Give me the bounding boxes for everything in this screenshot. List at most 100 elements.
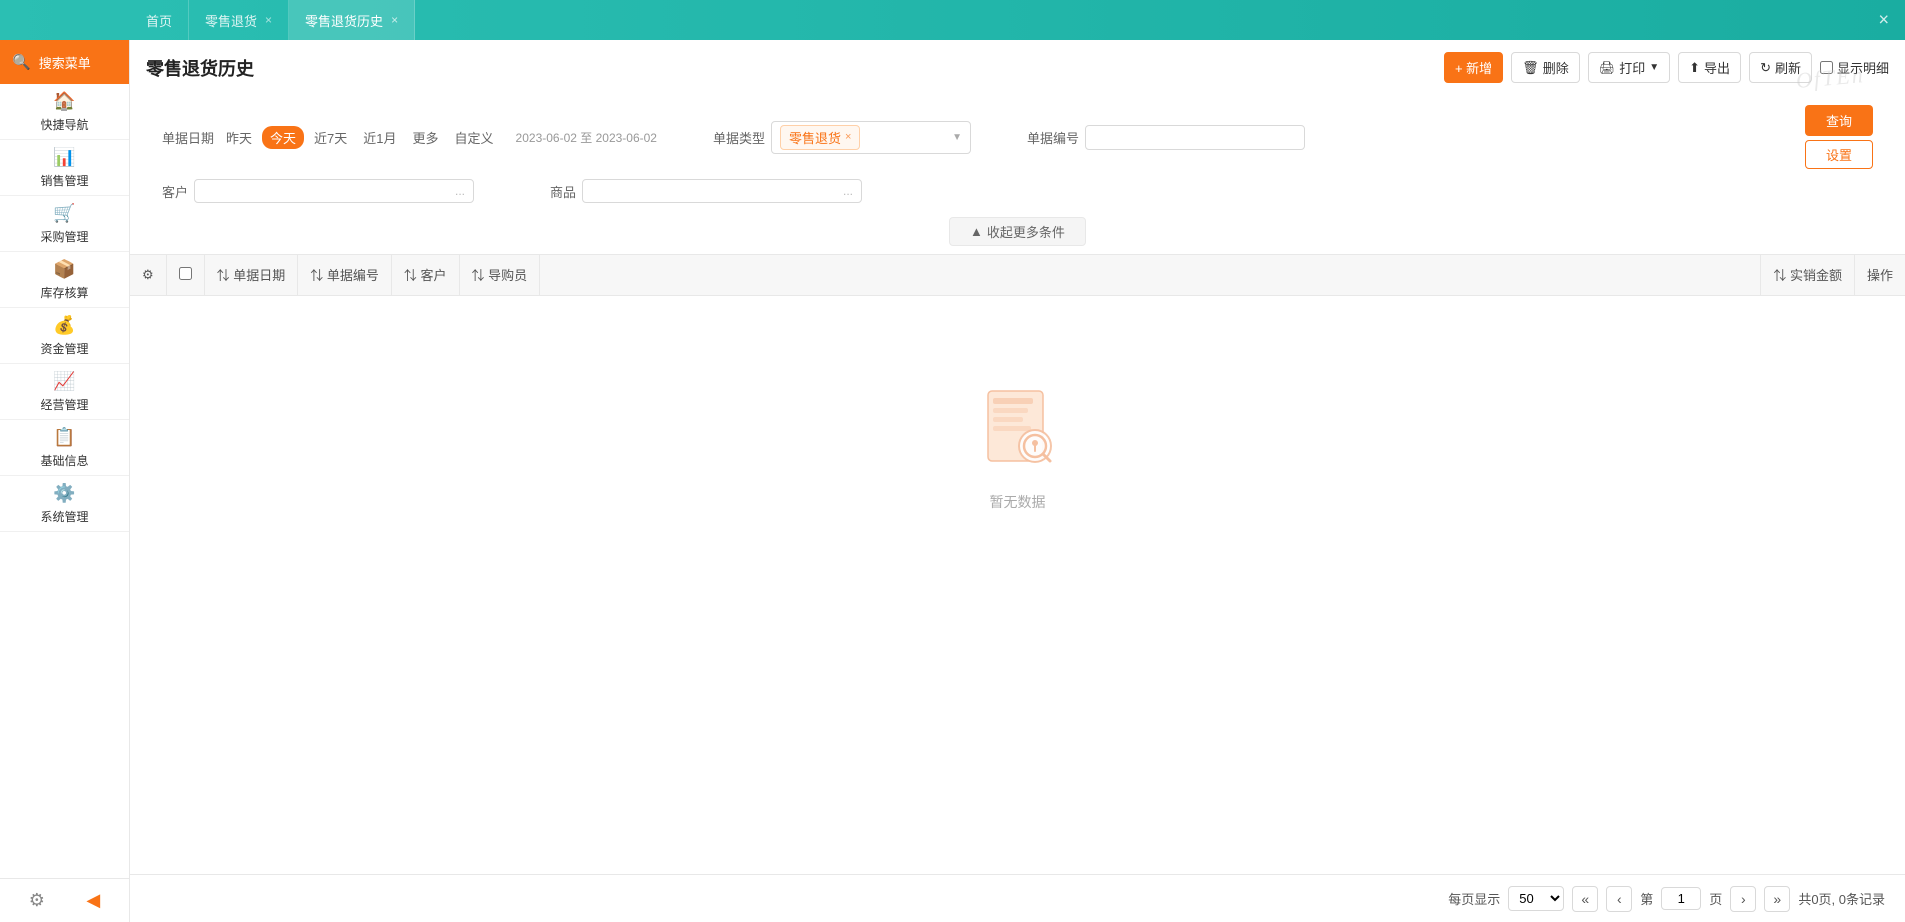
date-opt-1month[interactable]: 近1月 bbox=[357, 126, 402, 149]
next-page-button[interactable]: › bbox=[1730, 886, 1756, 912]
customer-input-container[interactable]: ... bbox=[194, 179, 474, 203]
settings-button[interactable]: 设置 bbox=[1805, 140, 1873, 169]
col-actual-amount-label: ⇅ 实销金额 bbox=[1773, 265, 1842, 284]
date-opt-7days[interactable]: 近7天 bbox=[308, 126, 353, 149]
query-button[interactable]: 查询 bbox=[1805, 105, 1873, 136]
delete-button[interactable]: 🗑 删除 bbox=[1511, 52, 1580, 83]
first-page-button[interactable]: « bbox=[1572, 886, 1598, 912]
sidebar-item-basic-info[interactable]: 📋 基础信息 bbox=[0, 420, 129, 476]
filter-row-2: 客户 ... 商品 ... bbox=[162, 179, 1873, 203]
doc-type-select-container[interactable]: 零售退货 × ▼ bbox=[771, 121, 971, 154]
page-size-select[interactable]: 50 100 200 bbox=[1508, 886, 1564, 911]
goods-input-container[interactable]: ... bbox=[582, 179, 862, 203]
sidebar-item-quick-nav[interactable]: 🏠 快捷导航 bbox=[0, 84, 129, 140]
inventory-icon: 📦 bbox=[53, 259, 75, 280]
display-detail-input[interactable] bbox=[1820, 61, 1833, 74]
sidebar-item-sales-mgmt[interactable]: 📊 销售管理 bbox=[0, 140, 129, 196]
customer-filter-label: 客户 bbox=[162, 182, 188, 201]
sidebar-bottom: ⚙ ◀ bbox=[0, 878, 129, 922]
sidebar-item-quick-nav-label: 快捷导航 bbox=[40, 116, 88, 133]
tab-retail-return[interactable]: 零售退货 × bbox=[189, 0, 289, 40]
date-opt-yesterday[interactable]: 昨天 bbox=[220, 126, 258, 149]
sidebar-item-operations-label: 经营管理 bbox=[40, 396, 88, 413]
sidebar-item-purchase-mgmt[interactable]: 🛒 采购管理 bbox=[0, 196, 129, 252]
goods-filter-item: 商品 ... bbox=[550, 179, 862, 203]
prev-page-button[interactable]: ‹ bbox=[1606, 886, 1632, 912]
col-doc-number[interactable]: ⇅ 单据编号 bbox=[298, 255, 392, 295]
doc-type-filter-item: 单据类型 零售退货 × ▼ bbox=[713, 121, 971, 154]
collapse-sidebar-icon[interactable]: ◀ bbox=[86, 890, 100, 911]
page-go-label: 第 bbox=[1640, 889, 1653, 908]
col-operation-label: 操作 bbox=[1867, 268, 1893, 283]
export-icon: ⬆ bbox=[1689, 60, 1700, 76]
last-page-button[interactable]: » bbox=[1764, 886, 1790, 912]
date-opt-more[interactable]: 更多 bbox=[407, 126, 445, 149]
sidebar-item-system-label: 系统管理 bbox=[40, 508, 88, 525]
print-button[interactable]: 🖨 打印 ▼ bbox=[1588, 52, 1670, 83]
print-dropdown-icon: ▼ bbox=[1649, 62, 1659, 73]
sales-icon: 📊 bbox=[53, 147, 75, 168]
quick-nav-icon: 🏠 bbox=[53, 91, 75, 112]
settings-icon[interactable]: ⚙ bbox=[142, 267, 154, 282]
total-records-label: 共0页, 0条记录 bbox=[1798, 889, 1885, 908]
page-number-input[interactable] bbox=[1661, 887, 1701, 910]
collapse-button[interactable]: ▲ 收起更多条件 bbox=[949, 217, 1086, 246]
page-title-row: 零售退货历史 + 新增 🗑 删除 🖨 打印 ▼ ⬆ 导出 ↻ bbox=[146, 52, 1889, 83]
col-doc-date-sort[interactable]: ⇅ 单据日期 bbox=[217, 265, 286, 284]
main-content: 零售退货历史 + 新增 🗑 删除 🖨 打印 ▼ ⬆ 导出 ↻ bbox=[130, 40, 1905, 922]
col-customer-sort[interactable]: ⇅ 客户 bbox=[404, 265, 447, 284]
search-menu-button[interactable]: 🔍 搜索菜单 bbox=[0, 40, 129, 84]
sidebar: 🔍 搜索菜单 🏠 快捷导航 📊 销售管理 🛒 采购管理 📦 库存核算 💰 资金管… bbox=[0, 40, 130, 922]
col-guide[interactable]: ⇅ 导购员 bbox=[459, 255, 540, 295]
toolbar: + 新增 🗑 删除 🖨 打印 ▼ ⬆ 导出 ↻ 刷新 bbox=[1444, 52, 1889, 83]
tab-retail-return-history-close[interactable]: × bbox=[391, 13, 398, 27]
search-menu-label: 搜索菜单 bbox=[39, 53, 91, 72]
finance-icon: 💰 bbox=[53, 315, 75, 336]
empty-row: 暂无数据 bbox=[130, 295, 1905, 592]
col-doc-number-sort[interactable]: ⇅ 单据编号 bbox=[310, 265, 379, 284]
doc-type-dropdown-icon: ▼ bbox=[952, 132, 962, 143]
col-customer-label: ⇅ 客户 bbox=[404, 265, 447, 284]
sidebar-item-inventory[interactable]: 📦 库存核算 bbox=[0, 252, 129, 308]
tab-home[interactable]: 首页 bbox=[130, 0, 189, 40]
sidebar-item-finance[interactable]: 💰 资金管理 bbox=[0, 308, 129, 364]
export-button[interactable]: ⬆ 导出 bbox=[1678, 52, 1741, 83]
display-detail-checkbox[interactable]: 显示明细 bbox=[1820, 58, 1889, 77]
query-buttons: 查询 设置 bbox=[1805, 105, 1873, 169]
doc-type-label: 单据类型 bbox=[713, 128, 765, 147]
data-table: ⚙ ⇅ 单据日期 ⇅ 单据编号 bbox=[130, 255, 1905, 592]
refresh-button[interactable]: ↻ 刷新 bbox=[1749, 52, 1812, 83]
doc-type-tag-close[interactable]: × bbox=[845, 131, 851, 143]
select-all-checkbox[interactable] bbox=[179, 267, 192, 280]
doc-type-tag: 零售退货 × bbox=[780, 125, 860, 150]
col-settings[interactable]: ⚙ bbox=[130, 255, 166, 295]
sidebar-item-system-mgmt[interactable]: ⚙️ 系统管理 bbox=[0, 476, 129, 532]
doc-number-input[interactable] bbox=[1085, 125, 1305, 150]
col-customer[interactable]: ⇅ 客户 bbox=[391, 255, 459, 295]
date-opt-today[interactable]: 今天 bbox=[262, 126, 304, 149]
col-spacer bbox=[540, 255, 1761, 295]
date-filter-item: 单据日期 昨天 今天 近7天 近1月 更多 自定义 bbox=[162, 126, 500, 149]
col-doc-date[interactable]: ⇅ 单据日期 bbox=[204, 255, 298, 295]
tab-retail-return-history[interactable]: 零售退货历史 × bbox=[289, 0, 415, 40]
date-filter-options: 昨天 今天 近7天 近1月 更多 自定义 bbox=[220, 126, 500, 149]
window-close-button[interactable]: × bbox=[1878, 10, 1889, 31]
collapse-row: ▲ 收起更多条件 bbox=[162, 213, 1873, 254]
col-doc-date-label: ⇅ 单据日期 bbox=[217, 265, 286, 284]
system-icon: ⚙️ bbox=[53, 483, 75, 504]
col-guide-sort[interactable]: ⇅ 导购员 bbox=[472, 265, 528, 284]
date-opt-custom[interactable]: 自定义 bbox=[449, 126, 500, 149]
col-actual-amount-sort[interactable]: ⇅ 实销金额 bbox=[1773, 265, 1842, 284]
col-check[interactable] bbox=[166, 255, 204, 295]
tab-retail-return-close[interactable]: × bbox=[265, 13, 272, 27]
table-body: 暂无数据 bbox=[130, 295, 1905, 592]
col-operation: 操作 bbox=[1854, 255, 1905, 295]
new-button[interactable]: + 新增 bbox=[1444, 52, 1503, 83]
customer-filter-item: 客户 ... bbox=[162, 179, 474, 203]
col-actual-amount[interactable]: ⇅ 实销金额 bbox=[1761, 255, 1855, 295]
sidebar-item-purchase-label: 采购管理 bbox=[40, 228, 88, 245]
sidebar-item-operations[interactable]: 📈 经营管理 bbox=[0, 364, 129, 420]
col-guide-label: ⇅ 导购员 bbox=[472, 265, 528, 284]
page-header: 零售退货历史 + 新增 🗑 删除 🖨 打印 ▼ ⬆ 导出 ↻ bbox=[130, 40, 1905, 255]
settings-bottom-icon[interactable]: ⚙ bbox=[29, 890, 45, 911]
